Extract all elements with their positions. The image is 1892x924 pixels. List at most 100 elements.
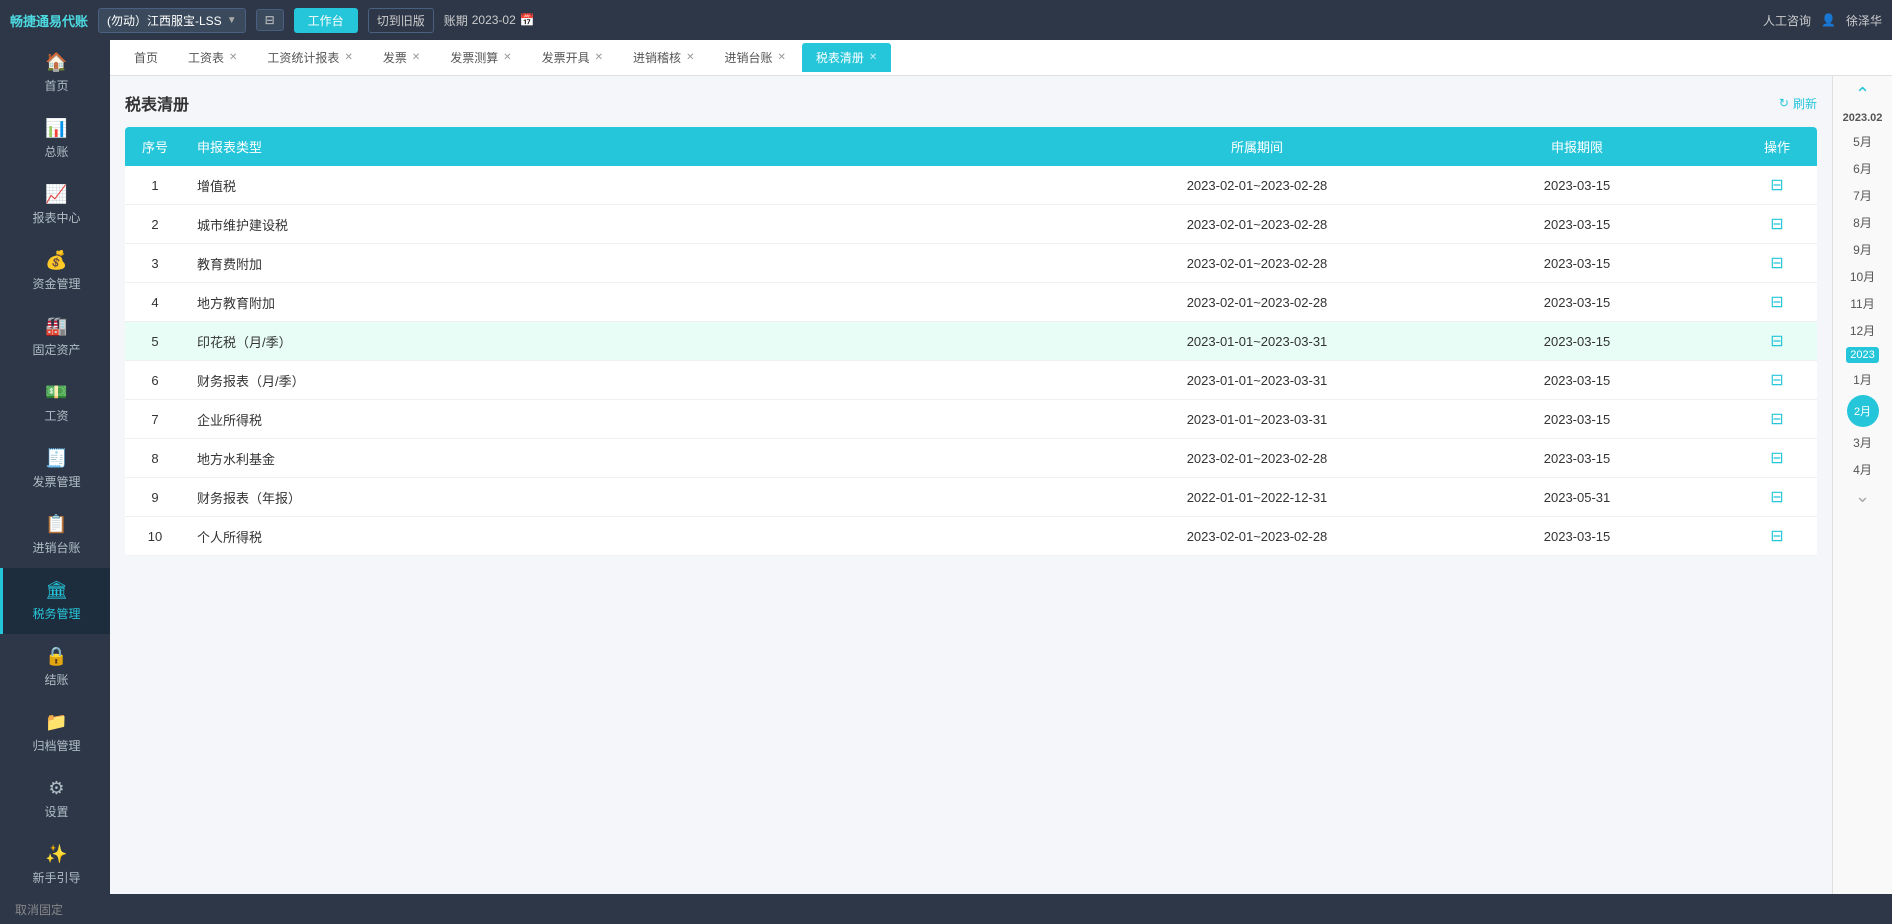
cell-no: 4 bbox=[125, 283, 185, 322]
cell-action[interactable]: ⊟ bbox=[1737, 244, 1817, 283]
sidebar-label-home: 首页 bbox=[44, 77, 68, 94]
month-9月[interactable]: 9月 bbox=[1833, 236, 1892, 263]
cell-action[interactable]: ⊟ bbox=[1737, 478, 1817, 517]
month-5月[interactable]: 5月 bbox=[1833, 128, 1892, 155]
year-badge[interactable]: 2023 bbox=[1846, 347, 1878, 363]
cell-type: 财务报表（月/季） bbox=[185, 361, 1097, 400]
sidebar-item-archive[interactable]: 📁归档管理 bbox=[0, 700, 110, 766]
cell-action[interactable]: ⊟ bbox=[1737, 439, 1817, 478]
action-icon[interactable]: ⊟ bbox=[1770, 294, 1783, 311]
sidebar-item-funds[interactable]: 💰资金管理 bbox=[0, 238, 110, 304]
tab-label-purchase_ledger: 进销台账 bbox=[724, 49, 772, 66]
sidebar-item-home[interactable]: 🏠首页 bbox=[0, 40, 110, 106]
cell-no: 10 bbox=[125, 517, 185, 556]
tab-invoice_open[interactable]: 发票开具✕ bbox=[528, 43, 617, 72]
nav-up-icon[interactable]: ⌃ bbox=[1852, 81, 1873, 108]
sidebar-item-sales[interactable]: 📋进销台账 bbox=[0, 502, 110, 568]
cell-action[interactable]: ⊟ bbox=[1737, 517, 1817, 556]
tab-salary_table[interactable]: 工资表✕ bbox=[174, 43, 251, 72]
cell-action[interactable]: ⊟ bbox=[1737, 361, 1817, 400]
table-row: 3 教育费附加 2023-02-01~2023-02-28 2023-03-15… bbox=[125, 244, 1817, 283]
human-consult-link[interactable]: 人工咨询 bbox=[1763, 12, 1811, 29]
tab-close-tax_register[interactable]: ✕ bbox=[869, 52, 877, 63]
calendar-icon[interactable]: 📅 bbox=[520, 13, 535, 27]
sidebar-icon-tax: 🏛 bbox=[45, 580, 68, 601]
month-8月[interactable]: 8月 bbox=[1833, 209, 1892, 236]
year-header: 2023.02 bbox=[1841, 108, 1885, 128]
cell-action[interactable]: ⊟ bbox=[1737, 400, 1817, 439]
sidebar-item-ledger[interactable]: 📊总账 bbox=[0, 106, 110, 172]
cell-action[interactable]: ⊟ bbox=[1737, 283, 1817, 322]
cell-action[interactable]: ⊟ bbox=[1737, 205, 1817, 244]
month-1月[interactable]: 1月 bbox=[1833, 366, 1892, 393]
month-10月[interactable]: 10月 bbox=[1833, 263, 1892, 290]
sidebar-item-report[interactable]: 📈报表中心 bbox=[0, 172, 110, 238]
sidebar-icon-salary: 💵 bbox=[45, 382, 67, 403]
cell-type: 教育费附加 bbox=[185, 244, 1097, 283]
tab-purchase_check[interactable]: 进销稽核✕ bbox=[619, 43, 708, 72]
sidebar-icon-invoice: 🧾 bbox=[45, 448, 67, 469]
action-icon[interactable]: ⊟ bbox=[1770, 489, 1783, 506]
month-6月[interactable]: 6月 bbox=[1833, 155, 1892, 182]
tab-purchase_ledger[interactable]: 进销台账 ✕ bbox=[710, 43, 799, 72]
cell-type: 城市维护建设税 bbox=[185, 205, 1097, 244]
sidebar-item-invoice[interactable]: 🧾发票管理 bbox=[0, 436, 110, 502]
cell-period: 2022-01-01~2022-12-31 bbox=[1097, 478, 1417, 517]
cell-period: 2023-02-01~2023-02-28 bbox=[1097, 244, 1417, 283]
company-selector[interactable]: (勿动）江西服宝-LSS ▼ bbox=[98, 8, 246, 33]
month-7月[interactable]: 7月 bbox=[1833, 182, 1892, 209]
month-3月[interactable]: 3月 bbox=[1833, 429, 1892, 456]
action-icon[interactable]: ⊟ bbox=[1770, 216, 1783, 233]
cell-no: 9 bbox=[125, 478, 185, 517]
sidebar-item-guide[interactable]: ✨新手引导 bbox=[0, 832, 110, 894]
sidebar-item-tax[interactable]: 🏛税务管理 bbox=[0, 568, 110, 634]
cell-no: 8 bbox=[125, 439, 185, 478]
app-logo: 畅捷通易代账 bbox=[10, 11, 88, 30]
cell-action[interactable]: ⊟ bbox=[1737, 322, 1817, 361]
switch-old-button[interactable]: 切到旧版 bbox=[368, 8, 434, 33]
sidebar-label-report: 报表中心 bbox=[32, 209, 80, 226]
work-table-button[interactable]: 工作台 bbox=[294, 8, 358, 33]
main-panel: 税表清册 ↻ 刷新 序号 申报表类型 所属期间 申报期限 操作 bbox=[110, 76, 1832, 894]
month-4月[interactable]: 4月 bbox=[1833, 456, 1892, 483]
action-icon[interactable]: ⊟ bbox=[1770, 255, 1783, 272]
tab-invoice[interactable]: 发票✕ bbox=[369, 43, 434, 72]
sidebar-icon-archive: 📁 bbox=[45, 712, 67, 733]
cell-action[interactable]: ⊟ bbox=[1737, 166, 1817, 205]
tab-close-salary_stat[interactable]: ✕ bbox=[344, 52, 352, 63]
sidebar-item-settings[interactable]: ⚙设置 bbox=[0, 766, 110, 832]
action-icon[interactable]: ⊟ bbox=[1770, 372, 1783, 389]
cell-no: 7 bbox=[125, 400, 185, 439]
action-icon[interactable]: ⊟ bbox=[1770, 411, 1783, 428]
month-2月[interactable]: 2月 bbox=[1847, 395, 1879, 427]
action-icon[interactable]: ⊟ bbox=[1770, 177, 1783, 194]
month-11月[interactable]: 11月 bbox=[1833, 290, 1892, 317]
tab-tax_register[interactable]: 税表清册✕ bbox=[802, 43, 891, 72]
sidebar-icon-sales: 📋 bbox=[45, 514, 67, 535]
page-header: 税表清册 ↻ 刷新 bbox=[125, 91, 1817, 115]
month-12月[interactable]: 12月 bbox=[1833, 317, 1892, 344]
user-area: 人工咨询 👤 徐泽华 bbox=[1763, 12, 1882, 29]
tab-home[interactable]: 首页 bbox=[120, 43, 172, 72]
copy-icon-btn[interactable]: ⊟ bbox=[256, 9, 284, 31]
cancel-fixed-button[interactable]: 取消固定 bbox=[15, 901, 63, 918]
action-icon[interactable]: ⊟ bbox=[1770, 333, 1783, 350]
action-icon[interactable]: ⊟ bbox=[1770, 528, 1783, 545]
tab-close-invoice[interactable]: ✕ bbox=[412, 52, 420, 63]
tab-close-purchase_ledger[interactable]: ✕ bbox=[777, 52, 785, 63]
cell-deadline: 2023-03-15 bbox=[1417, 283, 1737, 322]
action-icon[interactable]: ⊟ bbox=[1770, 450, 1783, 467]
tab-close-salary_table[interactable]: ✕ bbox=[229, 52, 237, 63]
refresh-button[interactable]: ↻ 刷新 bbox=[1779, 95, 1817, 112]
tab-close-purchase_check[interactable]: ✕ bbox=[686, 52, 694, 63]
nav-down-icon[interactable]: ⌄ bbox=[1852, 483, 1873, 510]
tab-close-invoice_open[interactable]: ✕ bbox=[595, 52, 603, 63]
sidebar-item-assets[interactable]: 🏭固定资产 bbox=[0, 304, 110, 370]
table-row: 8 地方水利基金 2023-02-01~2023-02-28 2023-03-1… bbox=[125, 439, 1817, 478]
sidebar-label-guide: 新手引导 bbox=[32, 869, 80, 886]
tab-salary_stat[interactable]: 工资统计报表✕ bbox=[253, 43, 366, 72]
tab-invoice_calc[interactable]: 发票测算✕ bbox=[436, 43, 525, 72]
sidebar-item-salary[interactable]: 💵工资 bbox=[0, 370, 110, 436]
tab-close-invoice_calc[interactable]: ✕ bbox=[503, 52, 511, 63]
sidebar-item-close[interactable]: 🔒结账 bbox=[0, 634, 110, 700]
